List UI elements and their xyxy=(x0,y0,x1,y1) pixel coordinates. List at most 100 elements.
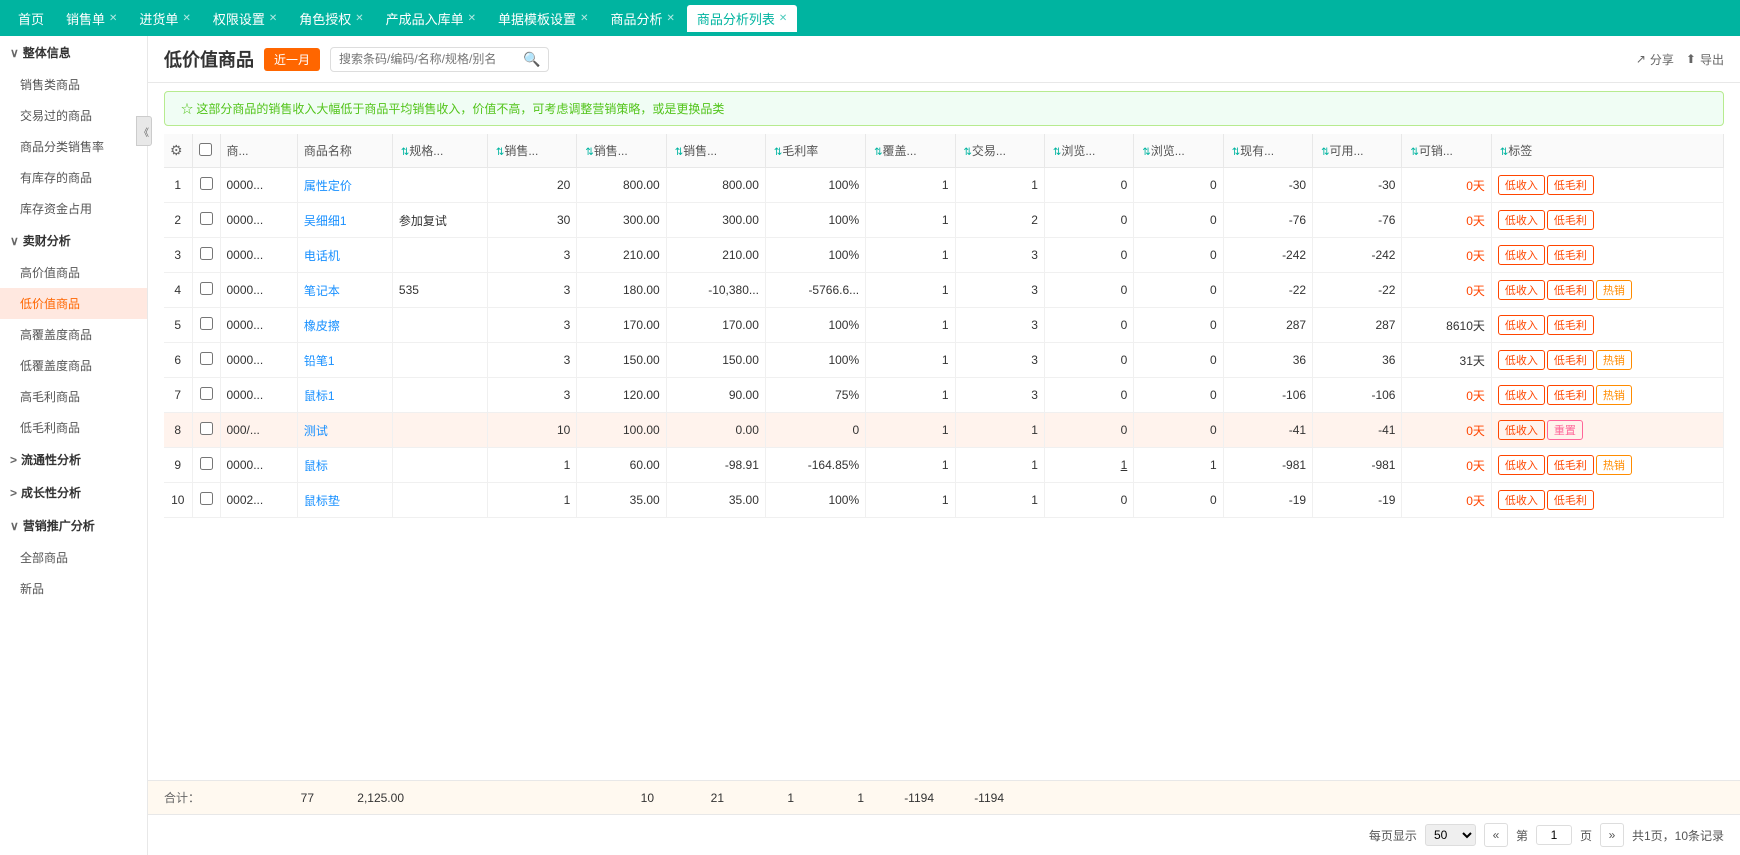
sidebar-item-high-coverage[interactable]: 高覆盖度商品 xyxy=(0,319,147,350)
nav-close-permission[interactable]: ✕ xyxy=(269,13,277,24)
sidebar-item-low-coverage[interactable]: 低覆盖度商品 xyxy=(0,350,147,381)
cell-name[interactable]: 属性定价 xyxy=(297,168,392,203)
nav-close-goods-analysis[interactable]: ✕ xyxy=(666,13,674,24)
export-button[interactable]: ⬆ 导出 xyxy=(1686,51,1724,68)
row-checkbox[interactable] xyxy=(200,212,213,225)
nav-template[interactable]: 单据模板设置 ✕ xyxy=(488,5,598,32)
nav-purchase[interactable]: 进货单 ✕ xyxy=(129,5,200,32)
tag-低毛利: 低毛利 xyxy=(1547,350,1594,370)
cell-check[interactable] xyxy=(192,168,220,203)
row-checkbox[interactable] xyxy=(200,387,213,400)
nav-sales[interactable]: 销售单 ✕ xyxy=(56,5,127,32)
sidebar-section-liquidity[interactable]: > 流通性分析 xyxy=(0,443,147,476)
tag-低毛利: 低毛利 xyxy=(1547,245,1594,265)
share-button[interactable]: ↗ 分享 xyxy=(1636,51,1674,68)
cell-s1: 3 xyxy=(487,308,576,343)
cell-name[interactable]: 吴细细1 xyxy=(297,203,392,238)
sidebar-item-low-margin[interactable]: 低毛利商品 xyxy=(0,412,147,443)
cell-s3: 150.00 xyxy=(666,343,765,378)
select-all-checkbox[interactable] xyxy=(199,143,212,156)
row-checkbox[interactable] xyxy=(200,177,213,190)
arrow-icon: ∨ xyxy=(10,46,19,60)
col-gear[interactable]: ⚙ xyxy=(164,134,192,168)
sidebar-item-all-goods[interactable]: 全部商品 xyxy=(0,542,147,573)
per-page-select[interactable]: 50 100 200 xyxy=(1425,824,1476,846)
sidebar-item-category-rate[interactable]: 商品分类销售率 xyxy=(0,131,147,162)
cell-sellable: 0天 xyxy=(1402,448,1491,483)
total-bv2: 1 xyxy=(800,791,870,805)
sidebar-item-has-stock[interactable]: 有库存的商品 xyxy=(0,162,147,193)
cell-check[interactable] xyxy=(192,413,220,448)
cell-s3: -98.91 xyxy=(666,448,765,483)
table-row: 10 0002... 鼠标垫 1 35.00 35.00 100% 1 1 0 … xyxy=(164,483,1724,518)
total-s2: 2,125.00 xyxy=(320,791,410,805)
cell-check[interactable] xyxy=(192,343,220,378)
cell-name[interactable]: 鼠标 xyxy=(297,448,392,483)
cell-tags: 低收入低毛利 xyxy=(1491,308,1723,343)
sidebar-item-low-value[interactable]: 低价值商品 xyxy=(0,288,147,319)
cell-name[interactable]: 测试 xyxy=(297,413,392,448)
cell-check[interactable] xyxy=(192,378,220,413)
cell-check[interactable] xyxy=(192,448,220,483)
sidebar-item-traded[interactable]: 交易过的商品 xyxy=(0,100,147,131)
nav-permission[interactable]: 权限设置 ✕ xyxy=(203,5,287,32)
cell-check[interactable] xyxy=(192,238,220,273)
cell-check[interactable] xyxy=(192,308,220,343)
row-checkbox[interactable] xyxy=(200,352,213,365)
cell-sellable: 0天 xyxy=(1402,238,1491,273)
nav-home[interactable]: 首页 xyxy=(8,5,54,32)
sidebar-collapse-btn[interactable]: 《 xyxy=(136,116,152,146)
cell-check[interactable] xyxy=(192,203,220,238)
nav-role[interactable]: 角色授权 ✕ xyxy=(289,5,373,32)
cell-check[interactable] xyxy=(192,273,220,308)
cell-tags: 低收入低毛利 xyxy=(1491,483,1723,518)
cell-name[interactable]: 鼠标1 xyxy=(297,378,392,413)
cell-name[interactable]: 笔记本 xyxy=(297,273,392,308)
cell-name[interactable]: 铅笔1 xyxy=(297,343,392,378)
cell-name[interactable]: 橡皮擦 xyxy=(297,308,392,343)
sidebar-item-high-value[interactable]: 高价值商品 xyxy=(0,257,147,288)
sidebar-item-new-goods[interactable]: 新品 xyxy=(0,573,147,604)
cell-s3: 210.00 xyxy=(666,238,765,273)
next-page-btn[interactable]: » xyxy=(1600,823,1624,847)
cell-cur: -19 xyxy=(1223,483,1312,518)
nav-product-in[interactable]: 产成品入库单 ✕ xyxy=(376,5,486,32)
row-checkbox[interactable] xyxy=(200,422,213,435)
cell-check[interactable] xyxy=(192,483,220,518)
nav-close-goods-list[interactable]: ✕ xyxy=(779,13,787,24)
cell-tags: 低收入低毛利 xyxy=(1491,238,1723,273)
cell-no: 2 xyxy=(164,203,192,238)
gear-icon[interactable]: ⚙ xyxy=(170,142,183,158)
sidebar-section-growth[interactable]: > 成长性分析 xyxy=(0,476,147,509)
sidebar-section-financial[interactable]: ∨ 卖财分析 xyxy=(0,224,147,257)
nav-close-product-in[interactable]: ✕ xyxy=(468,13,476,24)
cell-name[interactable]: 电话机 xyxy=(297,238,392,273)
row-checkbox[interactable] xyxy=(200,492,213,505)
nav-goods-analysis[interactable]: 商品分析 ✕ xyxy=(600,5,684,32)
row-checkbox[interactable] xyxy=(200,282,213,295)
sidebar-section-overall[interactable]: ∨ 整体信息 xyxy=(0,36,147,69)
nav-close-role[interactable]: ✕ xyxy=(355,13,363,24)
row-checkbox[interactable] xyxy=(200,247,213,260)
cell-no: 10 xyxy=(164,483,192,518)
row-checkbox[interactable] xyxy=(200,457,213,470)
sidebar-item-sales-category[interactable]: 销售类商品 xyxy=(0,69,147,100)
sidebar-item-high-margin[interactable]: 高毛利商品 xyxy=(0,381,147,412)
nav-goods-analysis-list[interactable]: 商品分析列表 ✕ xyxy=(687,5,797,32)
row-checkbox[interactable] xyxy=(200,317,213,330)
sidebar-section-marketing[interactable]: ∨ 营销推广分析 xyxy=(0,509,147,542)
cell-cur: -22 xyxy=(1223,273,1312,308)
nav-close-sales[interactable]: ✕ xyxy=(109,13,117,24)
nav-close-purchase[interactable]: ✕ xyxy=(182,13,190,24)
time-filter-button[interactable]: 近一月 xyxy=(264,48,320,71)
page-number-input[interactable] xyxy=(1536,825,1572,845)
search-icon[interactable]: 🔍 xyxy=(523,51,540,68)
cell-s2: 180.00 xyxy=(577,273,666,308)
sidebar-item-stock-fund[interactable]: 库存资金占用 xyxy=(0,193,147,224)
search-input[interactable] xyxy=(339,52,519,66)
first-page-btn[interactable]: « xyxy=(1484,823,1508,847)
cell-no: 7 xyxy=(164,378,192,413)
cell-s3: 0.00 xyxy=(666,413,765,448)
nav-close-template[interactable]: ✕ xyxy=(580,13,588,24)
cell-name[interactable]: 鼠标垫 xyxy=(297,483,392,518)
